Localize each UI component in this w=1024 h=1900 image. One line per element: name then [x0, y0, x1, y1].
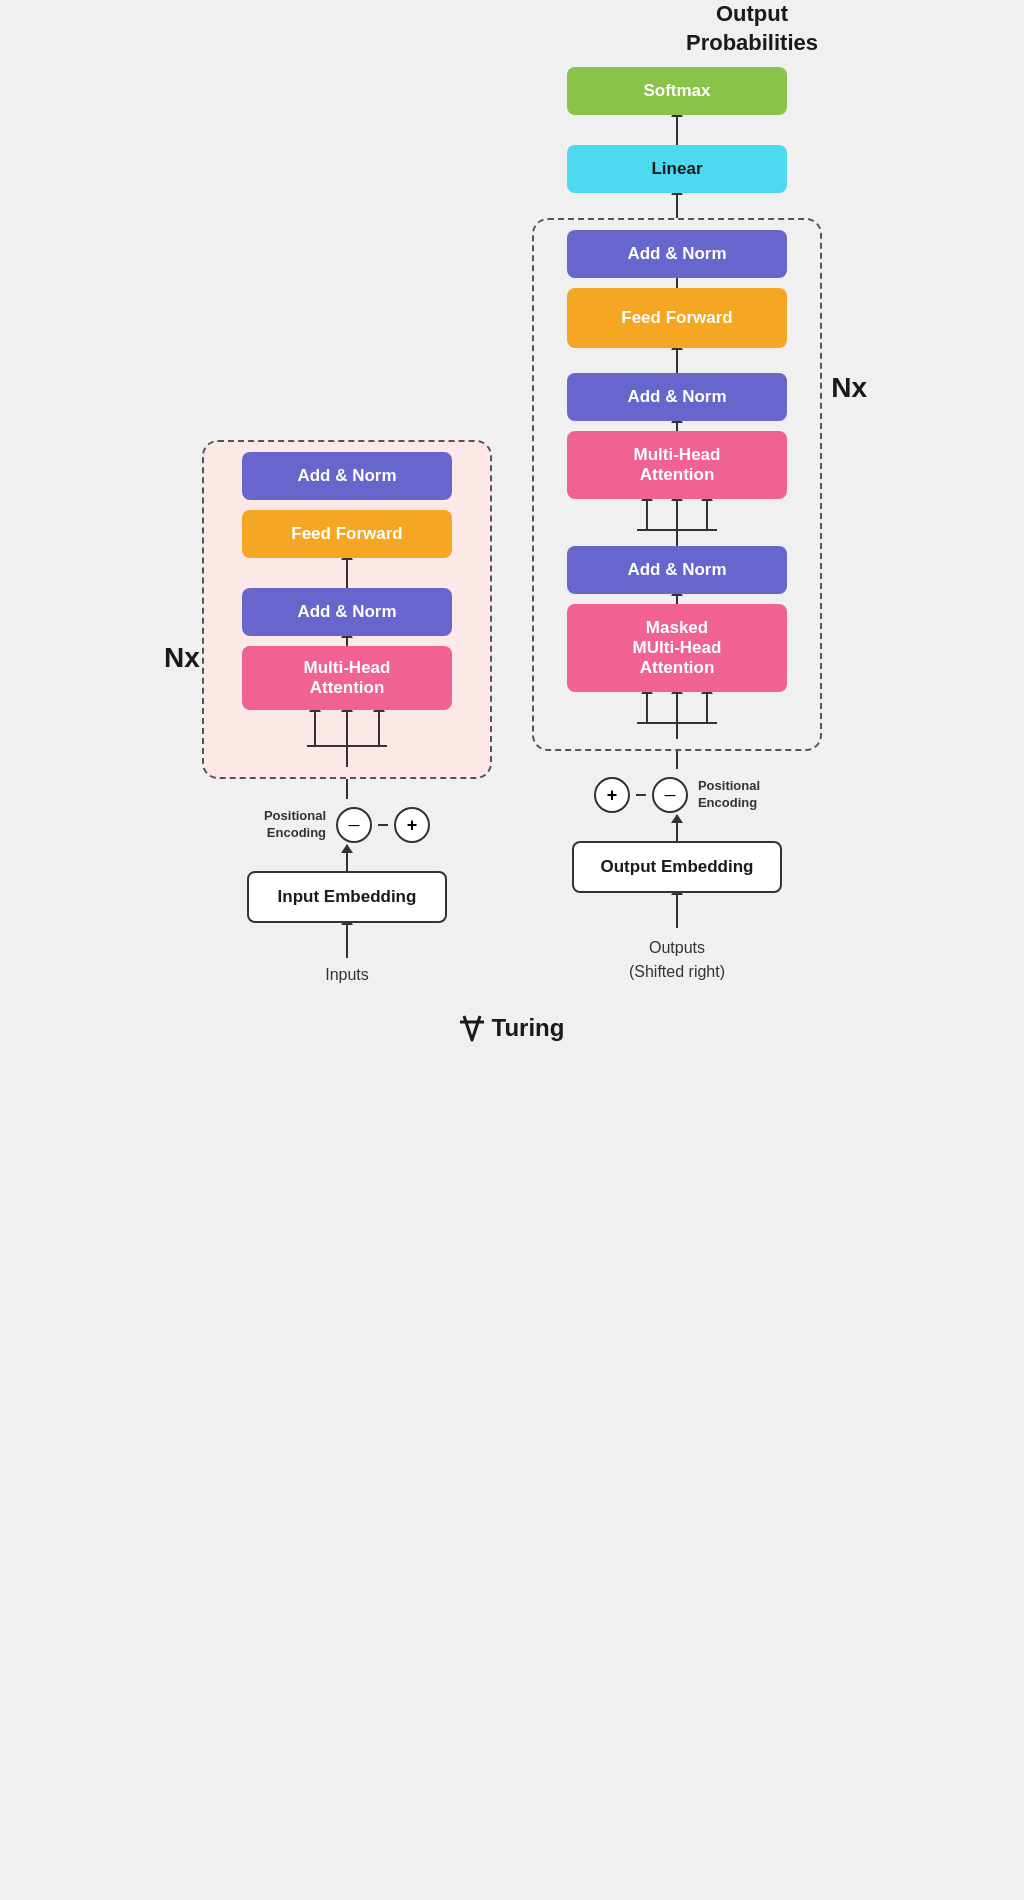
masked-multi-head: MaskedMUlti-HeadAttention	[567, 604, 787, 692]
encoder-multi-head: Multi-HeadAttention	[242, 646, 452, 710]
output-probabilities-label: OutputProbabilities	[612, 0, 892, 57]
input-embedding: Input Embedding	[247, 871, 447, 923]
softmax: Softmax	[567, 67, 787, 115]
encoder-pos-enc-row: PositionalEncoding — +	[264, 807, 430, 843]
decoder-add-norm-middle: Add & Norm	[567, 373, 787, 421]
decoder-section: Nx Softmax Linear	[532, 67, 822, 984]
decoder-pos-enc-row: + — PositionalEncoding	[594, 777, 760, 813]
encoder-section: Nx Add & Norm Feed Forward	[202, 440, 492, 984]
turing-icon	[460, 1014, 484, 1042]
decoder-top: Softmax Linear	[532, 67, 822, 218]
decoder-multi-head: Multi-HeadAttention	[567, 431, 787, 499]
nx-encoder-label: Nx	[164, 642, 200, 674]
turing-logo: Turing	[122, 1014, 902, 1042]
decoder-add-norm-bottom: Add & Norm	[567, 546, 787, 594]
encoder-feed-forward: Feed Forward	[242, 510, 452, 558]
encoder-add-norm-top: Add & Norm	[242, 452, 452, 500]
encoder-plus-icon: +	[394, 807, 430, 843]
linear: Linear	[567, 145, 787, 193]
encoder-pos-enc-label: PositionalEncoding	[264, 808, 326, 842]
decoder-plus-icon: +	[594, 777, 630, 813]
transformer-diagram: OutputProbabilities Nx Add & Norm F	[122, 0, 902, 1042]
decoder-add-norm-top: Add & Norm	[567, 230, 787, 278]
encoder-add-norm-bottom: Add & Norm	[242, 588, 452, 636]
inputs-label: Inputs	[325, 966, 369, 984]
output-embedding: Output Embedding	[572, 841, 782, 893]
outputs-label: Outputs(Shifted right)	[629, 936, 725, 984]
encoder-pos-enc-circle: —	[336, 807, 372, 843]
decoder-pos-enc-circle: —	[652, 777, 688, 813]
decoder-feed-forward: Feed Forward	[567, 288, 787, 348]
turing-name: Turing	[492, 1014, 565, 1042]
decoder-pos-enc-label: PositionalEncoding	[698, 778, 760, 812]
nx-decoder-label: Nx	[831, 372, 867, 404]
